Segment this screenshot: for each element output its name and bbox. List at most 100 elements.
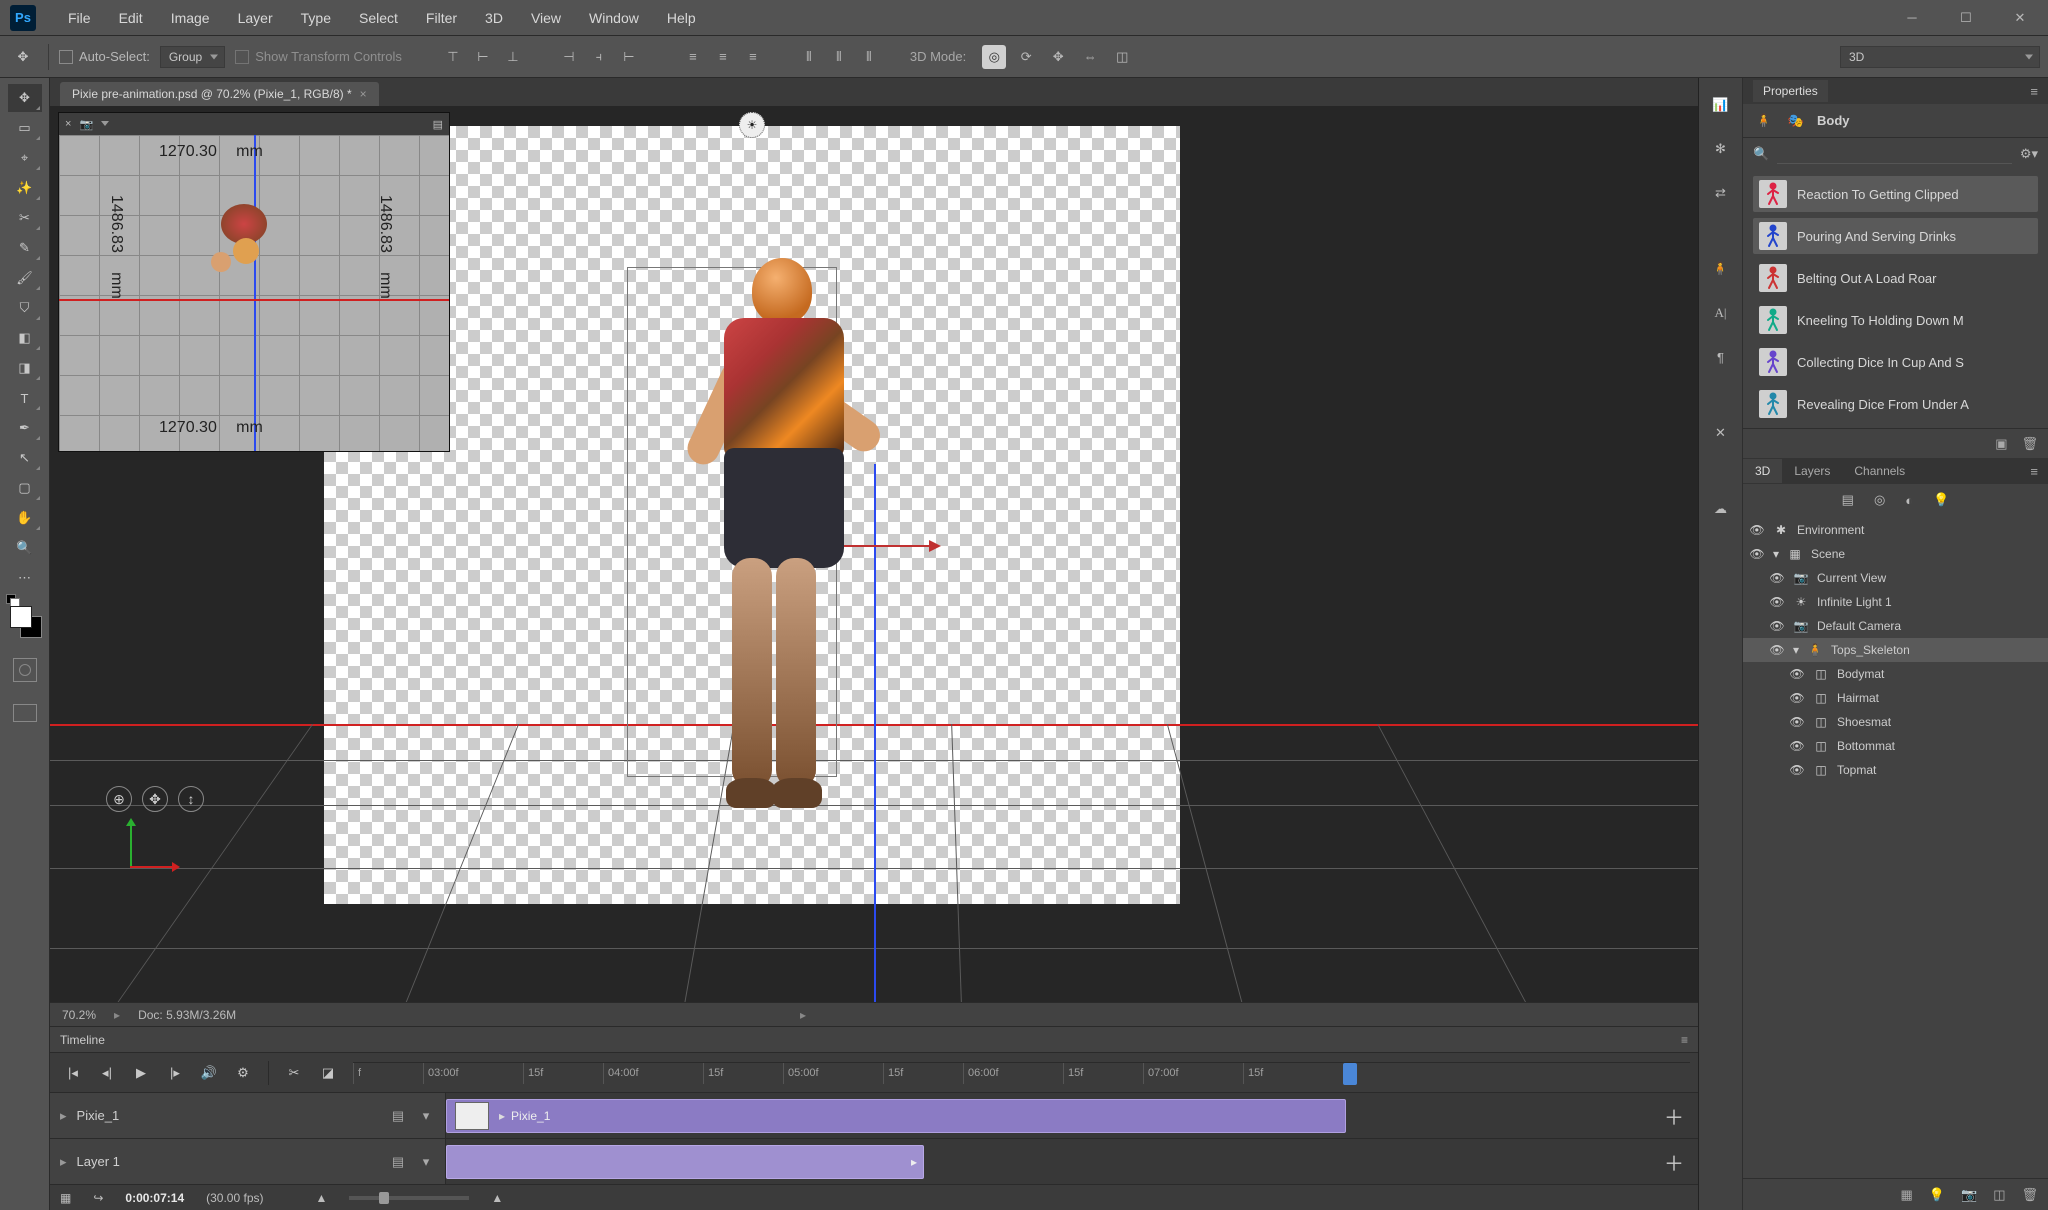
timeline-menu-icon[interactable]: ≡ — [1681, 1033, 1688, 1047]
panel-menu-icon[interactable]: ≡ — [2030, 464, 2048, 479]
track-expand-icon[interactable]: ▸ — [60, 1108, 67, 1124]
first-frame-button[interactable]: |◂ — [58, 1060, 88, 1086]
playhead[interactable] — [1343, 1063, 1357, 1085]
visibility-icon[interactable]: 👁 — [1749, 523, 1765, 537]
canvas[interactable]: × 📷 ▤ 1270.30 mm 1270.30 mm 1486.83 mm 1… — [50, 106, 1698, 1002]
prev-frame-button[interactable]: ◂| — [92, 1060, 122, 1086]
sec-camera-icon[interactable]: 📷 — [79, 118, 93, 131]
show-transform-checkbox[interactable]: Show Transform Controls — [235, 49, 402, 64]
menu-view[interactable]: View — [517, 6, 575, 30]
quick-mask-toggle[interactable] — [13, 658, 37, 682]
menu-file[interactable]: File — [54, 6, 105, 30]
dist-right-icon[interactable]: ⦀ — [856, 44, 882, 70]
sec-menu-icon[interactable]: ▤ — [433, 118, 443, 131]
gradient-tool[interactable]: ◨ — [8, 354, 42, 382]
brush-presets-icon[interactable]: ✻ — [1708, 136, 1734, 162]
close-tab-icon[interactable]: × — [360, 87, 367, 101]
roll-icon[interactable]: ⟳ — [1014, 45, 1038, 69]
visibility-icon[interactable]: 👁 — [1769, 571, 1785, 585]
track-options-icon[interactable]: ▤ — [389, 1155, 407, 1169]
eraser-tool[interactable]: ◧ — [8, 324, 42, 352]
zoom-in-icon[interactable]: ▲ — [491, 1191, 503, 1205]
scene-item[interactable]: 👁📷Default Camera — [1743, 614, 2048, 638]
libraries-icon[interactable]: ☁ — [1708, 496, 1734, 522]
filter-scene-icon[interactable]: ▤ — [1842, 492, 1854, 508]
visibility-icon[interactable]: 👁 — [1769, 595, 1785, 609]
track-expand-icon[interactable]: ▸ — [60, 1154, 67, 1170]
screen-mode-toggle[interactable] — [13, 704, 37, 722]
align-top-icon[interactable]: ⊤ — [440, 44, 466, 70]
trash-icon[interactable]: 🗑 — [2021, 436, 2038, 452]
maximize-button[interactable]: ☐ — [1948, 7, 1984, 29]
scene-item[interactable]: 👁▾🧍Tops_Skeleton — [1743, 638, 2048, 662]
visibility-icon[interactable]: 👁 — [1789, 739, 1805, 753]
timeline-ruler[interactable]: f03:00f15f04:00f15f05:00f15f06:00f15f07:… — [353, 1062, 1690, 1084]
character-icon[interactable]: 🧍 — [1708, 256, 1734, 282]
visibility-icon[interactable]: 👁 — [1769, 643, 1785, 657]
visibility-icon[interactable]: 👁 — [1789, 691, 1805, 705]
visibility-icon[interactable]: 👁 — [1769, 619, 1785, 633]
scene-item[interactable]: 👁▾▦Scene — [1743, 542, 2048, 566]
dist-top-icon[interactable]: ≡ — [680, 44, 706, 70]
menu-select[interactable]: Select — [345, 6, 412, 30]
zoom-out-icon[interactable]: ▲ — [316, 1191, 328, 1205]
pen-tool[interactable]: ✒ — [8, 414, 42, 442]
clone-stamp-tool[interactable]: ⛉ — [8, 294, 42, 322]
new-3d-icon[interactable]: ◫ — [1993, 1187, 2005, 1203]
brush-tool[interactable]: 🖌 — [8, 264, 42, 292]
scale-icon[interactable]: ◫ — [1110, 45, 1134, 69]
animation-item[interactable]: Kneeling To Holding Down M — [1753, 302, 2038, 338]
menu-3d[interactable]: 3D — [471, 6, 517, 30]
orbit-icon[interactable]: ◎ — [982, 45, 1006, 69]
align-right-icon[interactable]: ⊢ — [616, 44, 642, 70]
marquee-tool[interactable]: ▭ — [8, 114, 42, 142]
menu-edit[interactable]: Edit — [105, 6, 157, 30]
document-tab[interactable]: Pixie pre-animation.psd @ 70.2% (Pixie_1… — [60, 82, 379, 106]
pan-icon[interactable]: ✥ — [1046, 45, 1070, 69]
hand-tool[interactable]: ✋ — [8, 504, 42, 532]
zoom-tool[interactable]: 🔍 — [8, 534, 42, 562]
crop-tool[interactable]: ✂ — [8, 204, 42, 232]
menu-type[interactable]: Type — [287, 6, 345, 30]
adjustments-icon[interactable]: ⇄ — [1708, 180, 1734, 206]
new-icon[interactable]: ▣ — [1995, 436, 2007, 452]
add-media-icon[interactable]: ＋ — [1664, 1101, 1684, 1130]
panel-tab-layers[interactable]: Layers — [1782, 459, 1842, 483]
histogram-icon[interactable]: 📊 — [1708, 92, 1734, 118]
scene-item[interactable]: 👁◫Hairmat — [1743, 686, 2048, 710]
menu-window[interactable]: Window — [575, 6, 653, 30]
orbit-widget-icon[interactable]: ⊕ — [106, 786, 132, 812]
type-tool[interactable]: T — [8, 384, 42, 412]
scene-item[interactable]: 👁✱Environment — [1743, 518, 2048, 542]
zoom-value[interactable]: 70.2% — [62, 1008, 96, 1022]
lasso-tool[interactable]: ⌖ — [8, 144, 42, 172]
align-left-icon[interactable]: ⊣ — [556, 44, 582, 70]
filter-mesh-icon[interactable]: ◎ — [1874, 492, 1885, 508]
scene-item[interactable]: 👁☀Infinite Light 1 — [1743, 590, 2048, 614]
menu-layer[interactable]: Layer — [224, 6, 287, 30]
zoom-chevron-icon[interactable]: ▸ — [114, 1008, 120, 1022]
dist-bottom-icon[interactable]: ≡ — [740, 44, 766, 70]
character-mesh[interactable] — [660, 258, 860, 818]
play-button[interactable]: ▶ — [126, 1060, 156, 1086]
track-name[interactable]: Layer 1 — [77, 1154, 379, 1169]
dist-left-icon[interactable]: ⦀ — [796, 44, 822, 70]
secondary-view[interactable]: × 📷 ▤ 1270.30 mm 1270.30 mm 1486.83 mm 1… — [58, 112, 450, 452]
zoom-slider[interactable] — [379, 1192, 389, 1204]
auto-select-dropdown[interactable]: Group — [160, 46, 225, 68]
visibility-icon[interactable]: 👁 — [1749, 547, 1765, 561]
expand-icon[interactable]: ▾ — [1793, 643, 1799, 657]
minimize-button[interactable]: ─ — [1894, 7, 1930, 29]
animation-item[interactable]: Belting Out A Load Roar — [1753, 260, 2038, 296]
panel-menu-icon[interactable]: ≡ — [2030, 84, 2038, 99]
scene-item[interactable]: 👁◫Bodymat — [1743, 662, 2048, 686]
visibility-icon[interactable]: 👁 — [1789, 667, 1805, 681]
eyedropper-tool[interactable]: ✎ — [8, 234, 42, 262]
visibility-icon[interactable]: 👁 — [1789, 715, 1805, 729]
glyph-icon[interactable]: A| — [1708, 300, 1734, 326]
magic-wand-tool[interactable]: ✨ — [8, 174, 42, 202]
panel-tab-channels[interactable]: Channels — [1842, 459, 1917, 483]
frame-mode-icon[interactable]: ▦ — [60, 1191, 71, 1205]
track-dropdown-icon[interactable]: ▾ — [417, 1155, 435, 1169]
status-chevron-icon[interactable]: ▸ — [800, 1008, 806, 1022]
